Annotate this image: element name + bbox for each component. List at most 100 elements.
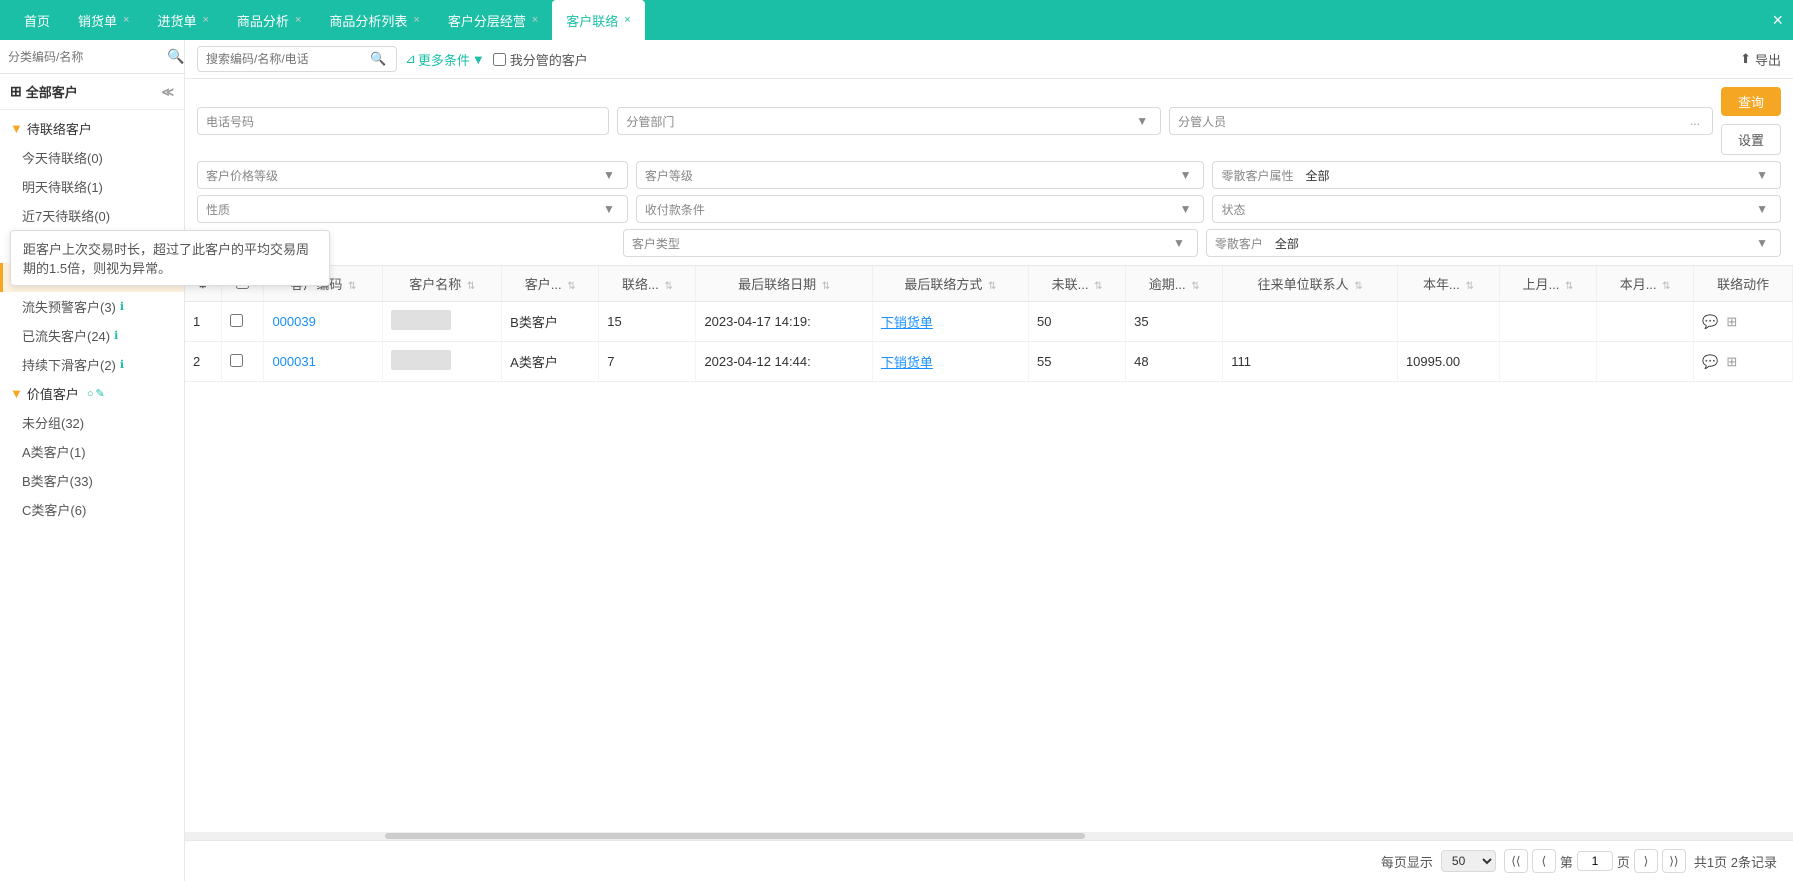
sidebar-search-input[interactable]: [8, 50, 163, 64]
page-size-select[interactable]: 50 100: [1441, 850, 1496, 872]
sidebar-item-tomorrow[interactable]: 明天待联络(1): [0, 172, 184, 201]
row2-last-contact-date: 2023-04-12 14:44:: [696, 342, 872, 382]
th-not-contact-label: 未联...: [1052, 277, 1089, 292]
sidebar-item-b-class[interactable]: B类客户(33): [0, 466, 184, 495]
row2-code[interactable]: 000031: [264, 342, 383, 382]
close-sales-icon[interactable]: ×: [123, 14, 129, 26]
price-level-field[interactable]: 客户价格等级 ▼: [197, 161, 628, 189]
row1-chat-icon[interactable]: 💬: [1702, 314, 1718, 330]
row2-grid-icon[interactable]: ⊞: [1726, 354, 1737, 370]
row2-name[interactable]: [383, 342, 502, 382]
last-page-button[interactable]: ⟩⟩: [1662, 849, 1686, 873]
row2-chat-icon[interactable]: 💬: [1702, 354, 1718, 370]
tab-product-analysis-list[interactable]: 商品分析列表 ×: [315, 0, 433, 40]
horizontal-scrollbar[interactable]: [185, 832, 1793, 840]
sidebar-item-lost-preview[interactable]: 流失预警客户(3) ℹ: [0, 292, 184, 321]
sidebar-item-c-class[interactable]: C类客户(6): [0, 495, 184, 524]
sidebar-item-ungrouped[interactable]: 未分组(32): [0, 408, 184, 437]
th-last-contact-way[interactable]: 最后联络方式 ⇅: [872, 266, 1028, 302]
th-not-contact[interactable]: 未联... ⇅: [1028, 266, 1125, 302]
retail-attr-field[interactable]: 零散客户属性 全部 ▼: [1212, 161, 1781, 189]
gender-field[interactable]: 性质 ▼: [197, 195, 628, 223]
th-company-contact[interactable]: 往来单位联系人 ⇅: [1223, 266, 1398, 302]
prev-page-button[interactable]: ⟨: [1532, 849, 1556, 873]
tab-purchase[interactable]: 进货单 ×: [143, 0, 222, 40]
close-product-analysis-icon[interactable]: ×: [295, 14, 301, 26]
more-conditions-button[interactable]: ⊿ 更多条件 ▼: [405, 50, 485, 69]
row1-contact-way-link[interactable]: 下销货单: [881, 315, 933, 330]
row1-last-contact-way[interactable]: 下销货单: [872, 302, 1028, 342]
tab-home[interactable]: 首页: [10, 0, 64, 40]
payment-field[interactable]: 收付款条件 ▼: [636, 195, 1205, 223]
gender-dropdown-icon: ▼: [603, 202, 615, 216]
row2-last-contact-way[interactable]: 下销货单: [872, 342, 1028, 382]
row2-contact-way-link[interactable]: 下销货单: [881, 355, 933, 370]
sidebar-collapse-icon[interactable]: ≪: [161, 85, 174, 99]
settings-button[interactable]: 设置: [1721, 124, 1781, 155]
th-last-month[interactable]: 上月... ⇅: [1499, 266, 1596, 302]
row1-this-month: [1597, 302, 1694, 342]
info-icon-lost[interactable]: ℹ: [120, 300, 124, 313]
row1-check[interactable]: [230, 314, 243, 327]
my-customers-checkbox[interactable]: [493, 53, 506, 66]
main-search-input[interactable]: [206, 52, 366, 66]
sort-contact-icon: ⇅: [664, 281, 672, 292]
query-button[interactable]: 查询: [1721, 87, 1781, 116]
window-close-button[interactable]: ×: [1772, 10, 1783, 31]
tab-product-analysis[interactable]: 商品分析 ×: [223, 0, 315, 40]
sidebar-item-a-class[interactable]: A类客户(1): [0, 437, 184, 466]
sidebar-search-icon[interactable]: 🔍: [167, 48, 184, 65]
sidebar-item-declining[interactable]: 持续下滑客户(2) ℹ: [0, 350, 184, 379]
th-overdue[interactable]: 逾期... ⇅: [1126, 266, 1223, 302]
refresh-icon[interactable]: ○: [87, 388, 94, 400]
scrollbar-thumb[interactable]: [385, 833, 1085, 839]
sidebar-item-already-lost[interactable]: 已流失客户(24) ℹ: [0, 321, 184, 350]
page-number-input[interactable]: [1577, 851, 1613, 871]
info-icon-declining[interactable]: ℹ: [120, 358, 124, 371]
sidebar-item-7days[interactable]: 近7天待联络(0): [0, 201, 184, 230]
customer-type-field[interactable]: 客户类型 ▼: [623, 229, 1198, 257]
sort-overdue-icon: ⇅: [1191, 281, 1199, 292]
th-contact[interactable]: 联络... ⇅: [599, 266, 696, 302]
phone-field[interactable]: 电话号码: [197, 107, 609, 135]
info-icon-already-lost[interactable]: ℹ: [114, 329, 118, 342]
close-customer-contact-icon[interactable]: ×: [624, 14, 630, 26]
row1-name[interactable]: [383, 302, 502, 342]
sidebar-item-today[interactable]: 今天待联络(0): [0, 143, 184, 172]
sidebar-all-customers[interactable]: ⊞ 全部客户 ≪: [0, 74, 184, 110]
row1-code[interactable]: 000039: [264, 302, 383, 342]
th-last-contact-date[interactable]: 最后联络日期 ⇅: [696, 266, 872, 302]
retail-attr-label: 零散客户属性: [1221, 167, 1293, 184]
th-level[interactable]: 客户... ⇅: [502, 266, 599, 302]
customer-level-field[interactable]: 客户等级 ▼: [636, 161, 1205, 189]
th-name[interactable]: 客户名称 ⇅: [383, 266, 502, 302]
value-customer-section-title[interactable]: ▼ 价值客户 ○ ✎: [0, 379, 184, 408]
status-field[interactable]: 状态 ▼: [1212, 195, 1781, 223]
retail-customer-field[interactable]: 零散客户 全部 ▼: [1206, 229, 1781, 257]
export-button[interactable]: ⬆ 导出: [1740, 50, 1781, 69]
tab-customer-segmentation[interactable]: 客户分层经营 ×: [434, 0, 552, 40]
pending-contact-title[interactable]: ▼ 待联络客户: [0, 114, 184, 143]
close-customer-seg-icon[interactable]: ×: [532, 14, 538, 26]
manager-more-icon[interactable]: ...: [1690, 114, 1700, 128]
payment-dropdown-icon: ▼: [1180, 202, 1192, 216]
next-page-button[interactable]: ⟩: [1634, 849, 1658, 873]
customer-type-label: 客户类型: [632, 235, 680, 252]
th-this-year[interactable]: 本年... ⇅: [1397, 266, 1499, 302]
main-search-icon[interactable]: 🔍: [370, 51, 386, 67]
tab-sales[interactable]: 销货单 ×: [64, 0, 143, 40]
customer-table: ⚙ 客户编码 ⇅ 客户名称 ⇅ 客户... ⇅: [185, 266, 1793, 382]
close-purchase-icon[interactable]: ×: [202, 14, 208, 26]
status-dropdown-icon: ▼: [1756, 202, 1768, 216]
department-field[interactable]: 分管部门 ▼: [617, 107, 1161, 135]
gender-label: 性质: [206, 201, 230, 218]
first-page-button[interactable]: ⟨⟨: [1504, 849, 1528, 873]
close-product-analysis-list-icon[interactable]: ×: [413, 14, 419, 26]
edit-value-icon[interactable]: ✎: [96, 387, 105, 400]
sort-last-month-icon: ⇅: [1565, 281, 1573, 292]
row1-grid-icon[interactable]: ⊞: [1726, 314, 1737, 330]
row2-check[interactable]: [230, 354, 243, 367]
tab-customer-contact[interactable]: 客户联络 ×: [552, 0, 644, 40]
th-this-month[interactable]: 本月... ⇅: [1597, 266, 1694, 302]
manager-field[interactable]: 分管人员 ...: [1169, 107, 1713, 135]
